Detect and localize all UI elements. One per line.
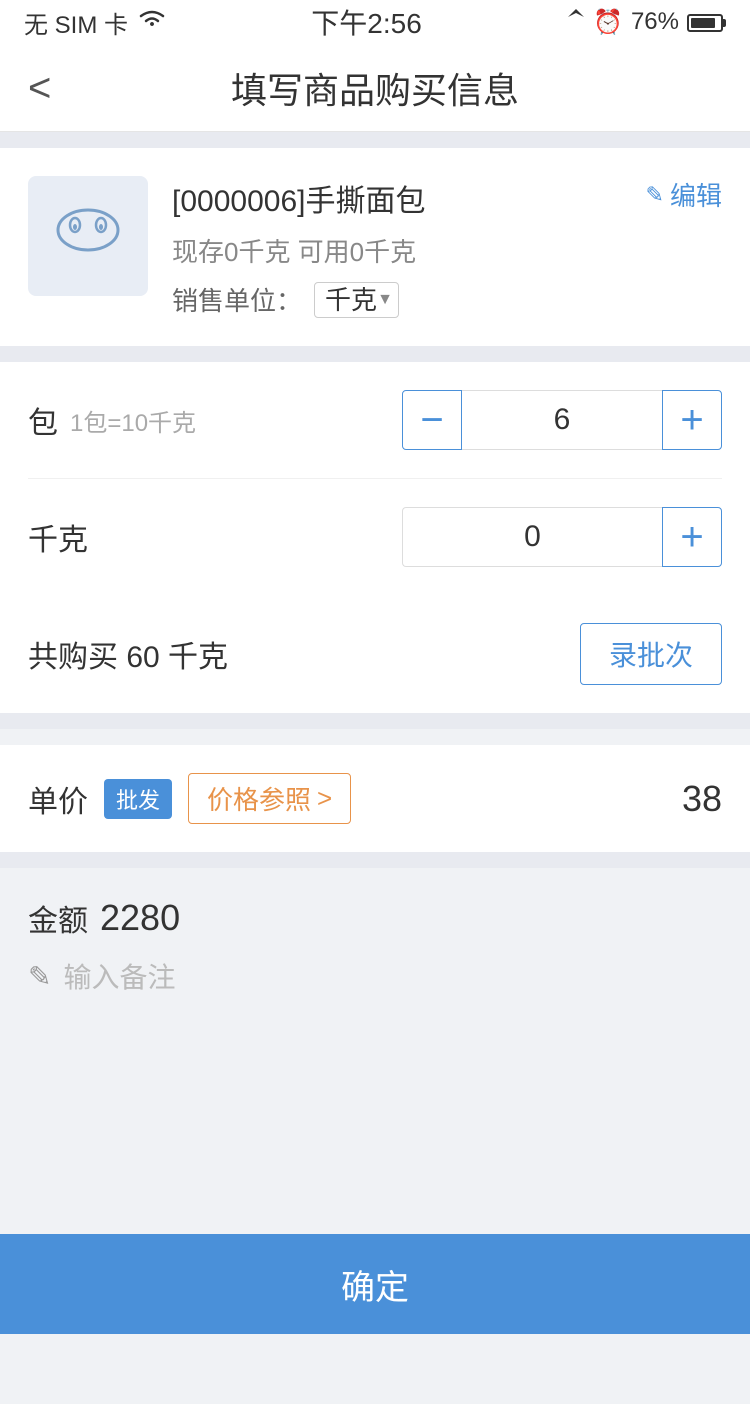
bag-input-control: − + (402, 390, 722, 450)
bag-plus-button[interactable]: + (662, 390, 722, 450)
bag-minus-button[interactable]: − (402, 390, 462, 450)
price-value: 38 (682, 778, 722, 820)
wifi-icon (138, 8, 166, 37)
edit-button[interactable]: ✎ 编辑 (646, 176, 722, 213)
price-label: 单价 批发 价格参照 > (28, 773, 351, 824)
status-left: 无 SIM 卡 (24, 5, 166, 40)
product-card: [0000006]手撕面包 现存0千克 可用0千克 销售单位： 千克 ✎ 编辑 (0, 148, 750, 346)
batch-tag: 批发 (104, 779, 172, 819)
batch-button[interactable]: 录批次 (580, 623, 722, 685)
status-bar: 无 SIM 卡 下午2:56 ⏰ 76% (0, 0, 750, 44)
battery-percent: 76% (631, 8, 679, 36)
kg-label: 千克 (28, 515, 88, 559)
kg-label-text: 千克 (28, 515, 88, 559)
bag-label: 包 1包=10千克 (28, 398, 196, 442)
status-time: 下午2:56 (311, 2, 422, 42)
product-unit-row: 销售单位： 千克 (172, 281, 722, 318)
top-divider (0, 132, 750, 148)
price-label-text: 单价 (28, 777, 88, 821)
mid-divider-3 (0, 852, 750, 868)
mid-divider-2 (0, 713, 750, 729)
product-image (28, 176, 148, 296)
product-name: [0000006]手撕面包 (172, 176, 722, 220)
unit-label: 销售单位： (172, 281, 302, 318)
price-ref-button[interactable]: 价格参照 > (188, 773, 351, 824)
bag-quantity-input[interactable] (462, 390, 662, 450)
page-title: 填写商品购买信息 (231, 62, 519, 114)
product-info: [0000006]手撕面包 现存0千克 可用0千克 销售单位： 千克 (172, 176, 722, 318)
edit-label: 编辑 (670, 176, 722, 213)
remark-icon: ✎ (28, 960, 51, 993)
kg-input-control: + (402, 507, 722, 567)
total-row: 共购买 60 千克 录批次 (0, 595, 750, 713)
kg-input-row: 千克 + (28, 479, 722, 595)
remark-placeholder: 输入备注 (63, 956, 175, 996)
total-label: 共购买 60 千克 (28, 632, 228, 676)
kg-quantity-input[interactable] (402, 507, 662, 567)
mid-divider-1 (0, 346, 750, 362)
confirm-button[interactable]: 确定 (0, 1234, 750, 1334)
price-ref-arrow: > (317, 783, 332, 814)
carrier-text: 无 SIM 卡 (24, 5, 128, 40)
amount-section: 金额 2280 ✎ 输入备注 (0, 868, 750, 1024)
back-button[interactable]: < (28, 68, 51, 108)
input-section: 包 1包=10千克 − + 千克 + (0, 362, 750, 595)
unit-select-wrap[interactable]: 千克 (314, 282, 399, 318)
alarm-icon: ⏰ (593, 8, 623, 37)
amount-value: 2280 (100, 897, 180, 939)
battery-icon (687, 8, 726, 36)
bag-label-text: 包 (28, 398, 58, 442)
bag-hint: 1包=10千克 (70, 403, 196, 438)
product-stock: 现存0千克 可用0千克 (172, 232, 722, 269)
nav-bar: < 填写商品购买信息 (0, 44, 750, 132)
amount-label: 金额 (28, 896, 88, 940)
product-logo-icon (53, 205, 123, 267)
amount-row: 金额 2280 (28, 896, 722, 956)
bag-input-row: 包 1包=10千克 − + (28, 362, 722, 479)
price-section: 单价 批发 价格参照 > 38 (0, 745, 750, 852)
kg-plus-button[interactable]: + (662, 507, 722, 567)
price-ref-label: 价格参照 (207, 780, 311, 817)
status-right: ⏰ 76% (567, 8, 726, 37)
edit-icon: ✎ (646, 182, 664, 208)
remark-row[interactable]: ✎ 输入备注 (28, 956, 722, 1024)
unit-select[interactable]: 千克 (314, 282, 399, 318)
location-icon (567, 8, 585, 37)
